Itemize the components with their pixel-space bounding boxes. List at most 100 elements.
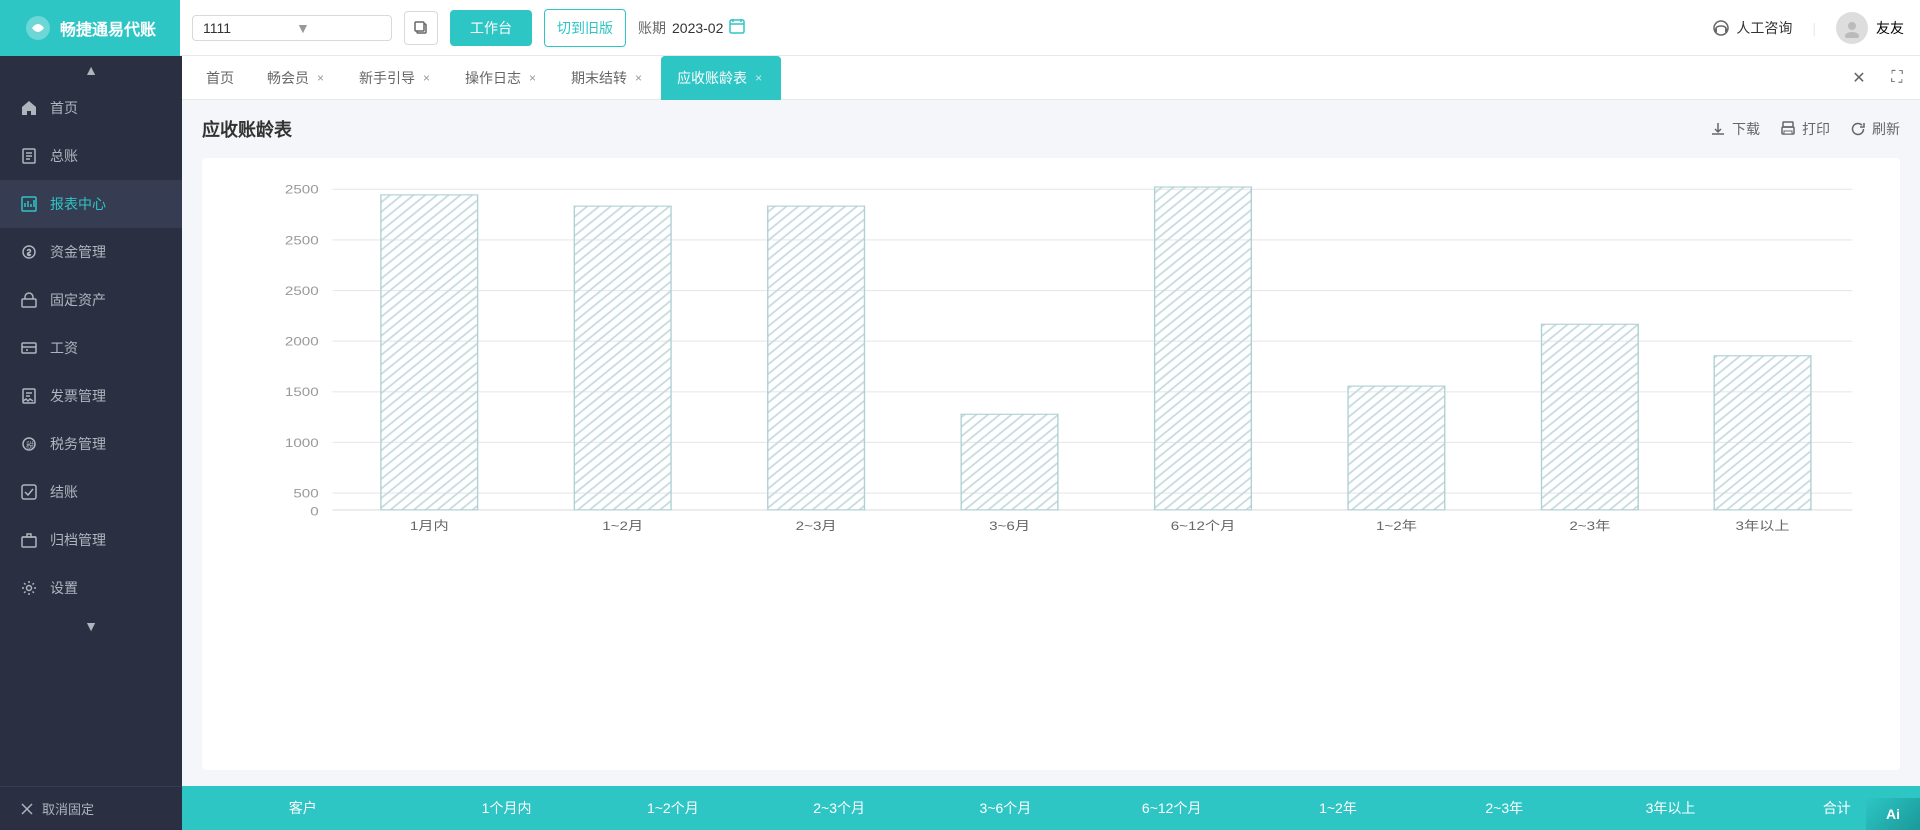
svg-text:1~2年: 1~2年 — [1376, 519, 1417, 533]
cancel-fixed-button[interactable]: 取消固定 — [0, 787, 182, 830]
svg-text:2~3月: 2~3月 — [796, 519, 837, 533]
bar-7 — [1541, 324, 1638, 510]
period-value: 2023-02 — [672, 20, 723, 36]
settle-icon — [20, 483, 38, 501]
page-header: 应收账龄表 下载 打印 — [202, 116, 1900, 142]
sidebar-item-invoice[interactable]: 发票管理 — [0, 372, 182, 420]
tab-guide-close[interactable]: × — [421, 69, 432, 87]
bar-6 — [1348, 386, 1445, 510]
sidebar-scroll-down[interactable]: ▼ — [0, 612, 182, 640]
invoice-icon — [20, 387, 38, 405]
tab-oplog[interactable]: 操作日志 × — [449, 56, 555, 100]
refresh-button[interactable]: 刷新 — [1850, 119, 1900, 139]
sidebar-label-ledger: 总账 — [50, 146, 78, 166]
sidebar-item-settle[interactable]: 结账 — [0, 468, 182, 516]
tab-member[interactable]: 畅会员 × — [251, 56, 343, 100]
sidebar-item-archive[interactable]: 归档管理 — [0, 516, 182, 564]
tab-member-label: 畅会员 — [267, 68, 309, 88]
svg-text:6~12个月: 6~12个月 — [1171, 519, 1236, 533]
logo: 畅捷通易代账 — [0, 0, 180, 56]
company-name: 1111 — [203, 20, 288, 36]
svg-text:3~6月: 3~6月 — [989, 519, 1030, 533]
col-3year-plus: 3年以上 — [1587, 798, 1753, 818]
header-right: 人工咨询 | 友友 — [1712, 12, 1904, 44]
svg-text:0: 0 — [310, 504, 319, 518]
funds-icon — [20, 243, 38, 261]
page-title: 应收账龄表 — [202, 116, 292, 142]
logo-icon — [24, 14, 52, 42]
download-label: 下载 — [1732, 119, 1760, 139]
sidebar-item-salary[interactable]: 工资 — [0, 324, 182, 372]
tab-aging-close[interactable]: × — [753, 69, 764, 87]
ai-badge[interactable]: Ai — [1866, 798, 1920, 830]
cancel-fixed-label: 取消固定 — [42, 799, 94, 818]
sidebar-label-archive: 归档管理 — [50, 530, 106, 550]
sidebar-scroll-up[interactable]: ▲ — [0, 56, 182, 84]
col-2-3month: 2~3个月 — [756, 798, 922, 818]
sidebar-item-tax[interactable]: 税 税务管理 — [0, 420, 182, 468]
sidebar-label-settings: 设置 — [50, 578, 78, 598]
period-label: 账期 — [638, 18, 666, 38]
consult-button[interactable]: 人工咨询 — [1712, 18, 1792, 38]
bar-1 — [381, 195, 478, 510]
tab-home-label: 首页 — [206, 68, 234, 88]
bottom-table-header: 客户 1个月内 1~2个月 2~3个月 3~6个月 6~12个月 1~2年 2~… — [182, 786, 1920, 830]
copy-icon — [413, 20, 429, 36]
svg-text:2500: 2500 — [285, 182, 319, 196]
svg-text:税: 税 — [26, 440, 34, 450]
tab-yearend-label: 期末结转 — [571, 68, 627, 88]
sidebar-label-settle: 结账 — [50, 482, 78, 502]
calendar-icon[interactable] — [729, 18, 745, 37]
consult-label: 人工咨询 — [1736, 18, 1792, 38]
top-header: 畅捷通易代账 1111 ▼ 工作台 切到旧版 账期 2023-02 — [0, 0, 1920, 56]
svg-text:1000: 1000 — [285, 435, 319, 449]
col-1-2year: 1~2年 — [1255, 798, 1421, 818]
print-button[interactable]: 打印 — [1780, 119, 1830, 139]
tab-yearend-close[interactable]: × — [633, 69, 644, 87]
tab-aging-label: 应收账龄表 — [677, 68, 747, 88]
tab-guide[interactable]: 新手引导 × — [343, 56, 449, 100]
sidebar-label-home: 首页 — [50, 98, 78, 118]
sidebar-item-funds[interactable]: 资金管理 — [0, 228, 182, 276]
copy-button[interactable] — [404, 11, 438, 45]
sidebar-item-assets[interactable]: 固定资产 — [0, 276, 182, 324]
tab-member-close[interactable]: × — [315, 69, 326, 87]
bar-2 — [574, 206, 671, 510]
avatar — [1836, 12, 1868, 44]
archive-icon — [20, 531, 38, 549]
svg-text:2500: 2500 — [285, 283, 319, 297]
logo-text: 畅捷通易代账 — [60, 16, 156, 40]
sidebar-item-settings[interactable]: 设置 — [0, 564, 182, 612]
sidebar-label-assets: 固定资产 — [50, 290, 106, 310]
print-label: 打印 — [1802, 119, 1830, 139]
refresh-label: 刷新 — [1872, 119, 1900, 139]
sidebar-label-funds: 资金管理 — [50, 242, 106, 262]
download-button[interactable]: 下载 — [1710, 119, 1760, 139]
bar-5 — [1155, 187, 1252, 510]
sidebar-label-reports: 报表中心 — [50, 194, 106, 214]
svg-text:1~2月: 1~2月 — [602, 519, 643, 533]
user-area[interactable]: 友友 — [1836, 12, 1904, 44]
sidebar-item-ledger[interactable]: 总账 — [0, 132, 182, 180]
gear-icon — [20, 579, 38, 597]
chevron-down-icon: ▼ — [296, 20, 381, 36]
col-1month: 1个月内 — [423, 798, 589, 818]
bar-8 — [1714, 356, 1811, 510]
tab-oplog-close[interactable]: × — [527, 69, 538, 87]
svg-text:2~3年: 2~3年 — [1569, 519, 1610, 533]
company-selector[interactable]: 1111 ▼ — [192, 15, 392, 41]
sidebar-item-reports[interactable]: 报表中心 — [0, 180, 182, 228]
svg-text:500: 500 — [293, 486, 319, 500]
tabs-bar: 首页 畅会员 × 新手引导 × 操作日志 × 期末结转 × 应收账龄表 × — [182, 56, 1920, 100]
switch-version-button[interactable]: 切到旧版 — [544, 9, 626, 47]
sidebar-label-invoice: 发票管理 — [50, 386, 106, 406]
tab-yearend[interactable]: 期末结转 × — [555, 56, 661, 100]
tab-aging[interactable]: 应收账龄表 × — [661, 56, 781, 100]
tab-home[interactable]: 首页 — [190, 56, 251, 100]
tab-close-all-button[interactable]: ✕ — [1844, 63, 1874, 93]
chart-container: 2500 2500 2500 2000 1500 1000 500 0 — [202, 158, 1900, 770]
workbench-button[interactable]: 工作台 — [450, 10, 532, 46]
print-icon — [1780, 121, 1796, 137]
tab-expand-button[interactable]: ⛶ — [1882, 63, 1912, 93]
sidebar-item-home[interactable]: 首页 — [0, 84, 182, 132]
